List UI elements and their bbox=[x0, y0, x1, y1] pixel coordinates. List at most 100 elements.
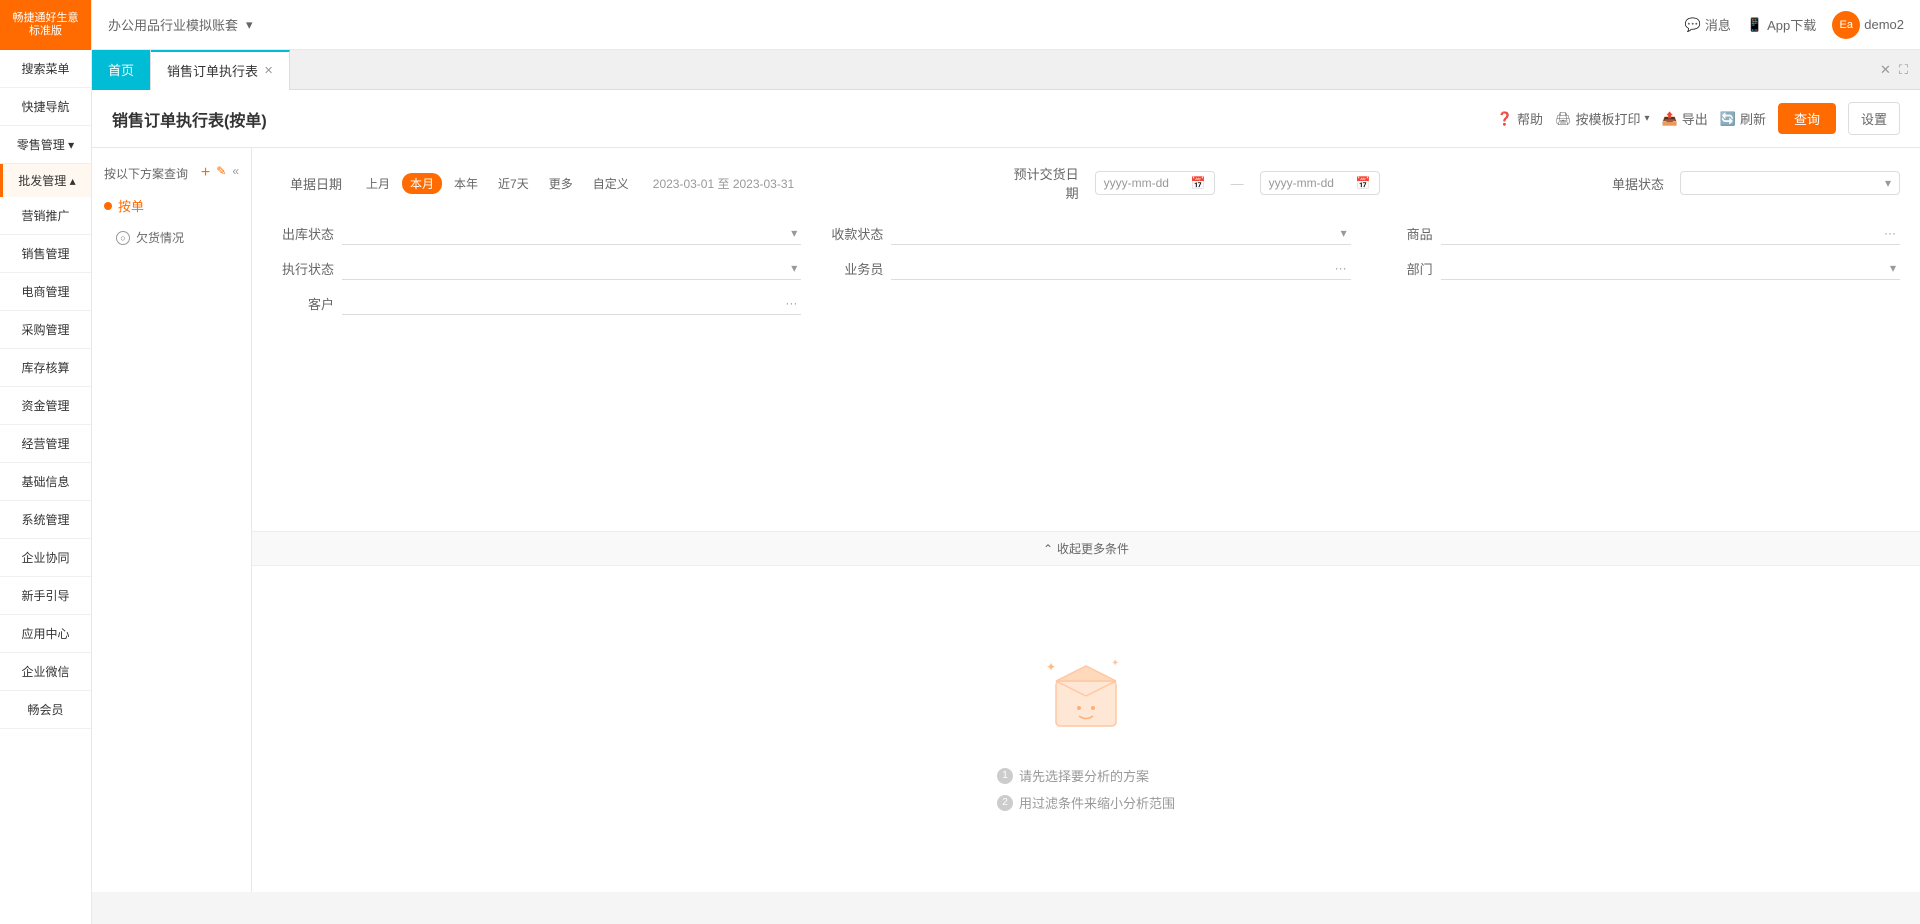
sidebar-item-finance[interactable]: 资金管理 bbox=[0, 387, 91, 425]
empty-state: ✦ ✦ 1 请先选择要分析的方案 2 用过滤条件来缩小分析范围 bbox=[252, 566, 1920, 892]
product-control: ··· bbox=[1441, 222, 1900, 245]
customer-select[interactable]: ··· bbox=[342, 292, 801, 315]
payment-status-select[interactable]: ▾ bbox=[891, 222, 1350, 245]
export-button[interactable]: 📤 导出 bbox=[1662, 109, 1708, 128]
edit-scheme-icon[interactable]: ✎ bbox=[216, 164, 226, 182]
sidebar-item-app-center[interactable]: 应用中心 bbox=[0, 615, 91, 653]
delivery-status-cell: 出库状态 ▾ bbox=[272, 216, 801, 251]
print-arrow-icon: ▾ bbox=[1645, 113, 1650, 124]
date-tab-custom[interactable]: 自定义 bbox=[585, 173, 637, 194]
collapse-panel-icon[interactable]: « bbox=[232, 164, 239, 182]
product-select[interactable]: ··· bbox=[1441, 222, 1900, 245]
app-download-button[interactable]: 📱 App下载 bbox=[1747, 15, 1816, 34]
template-print-button[interactable]: 🖨 按模板打印 ▾ bbox=[1555, 109, 1650, 128]
scheme-by-order[interactable]: 按单 bbox=[92, 188, 251, 223]
sidebar-item-search[interactable]: 搜索菜单 bbox=[0, 50, 91, 88]
payment-status-control: ▾ bbox=[891, 222, 1350, 245]
add-scheme-icon[interactable]: + bbox=[201, 164, 210, 182]
sidebar: 畅捷通好生意 标准版 搜索菜单 快捷导航 零售管理 ▾ 批发管理 ▴ 营销推广 … bbox=[0, 0, 92, 924]
user-area[interactable]: Ea demo2 bbox=[1832, 11, 1904, 39]
calendar-from-icon: 📅 bbox=[1191, 176, 1206, 190]
download-icon: 📱 bbox=[1747, 17, 1763, 33]
salesperson-select[interactable]: ··· bbox=[891, 257, 1350, 280]
sidebar-item-retail[interactable]: 零售管理 ▾ bbox=[0, 126, 91, 164]
expected-date-from-input[interactable]: yyyy-mm-dd 📅 bbox=[1095, 171, 1215, 195]
svg-text:✦: ✦ bbox=[1046, 660, 1056, 674]
help-button[interactable]: ❓ 帮助 bbox=[1497, 109, 1543, 128]
product-label: 商品 bbox=[1371, 224, 1441, 243]
sidebar-item-purchase[interactable]: 采购管理 bbox=[0, 311, 91, 349]
breadcrumb-arrow-icon[interactable]: ▾ bbox=[246, 17, 253, 33]
sidebar-item-inventory[interactable]: 库存核算 bbox=[0, 349, 91, 387]
message-button[interactable]: 💬 消息 bbox=[1685, 15, 1731, 34]
delivery-status-control: ▾ bbox=[342, 222, 801, 245]
date-tab-last7[interactable]: 近7天 bbox=[490, 173, 537, 194]
page-actions: ❓ 帮助 🖨 按模板打印 ▾ 📤 导出 🔄 刷新 查询 bbox=[1497, 102, 1900, 135]
tab-home[interactable]: 首页 bbox=[92, 50, 151, 90]
product-cell: 商品 ··· bbox=[1371, 216, 1900, 251]
tip-number-2: 2 bbox=[997, 795, 1013, 811]
sidebar-item-sales[interactable]: 销售管理 bbox=[0, 235, 91, 273]
date-tab-this-month[interactable]: 本月 bbox=[402, 173, 442, 194]
tab-close-icon[interactable]: ✕ bbox=[264, 64, 273, 77]
sidebar-item-quick-nav[interactable]: 快捷导航 bbox=[0, 88, 91, 126]
collapse-bar[interactable]: ⌃ 收起更多条件 bbox=[252, 531, 1920, 566]
filter-area: 单据日期 上月 本月 本年 近7天 更多 自定义 2023-03-01 至 20… bbox=[252, 148, 1920, 531]
sidebar-item-label: 零售管理 bbox=[17, 138, 65, 152]
sidebar-item-marketing[interactable]: 营销推广 bbox=[0, 197, 91, 235]
salesperson-control: ··· bbox=[891, 257, 1350, 280]
status-select[interactable]: ▾ bbox=[1680, 171, 1900, 195]
expected-date-to-input[interactable]: yyyy-mm-dd 📅 bbox=[1260, 171, 1380, 195]
exec-arrow-icon: ▾ bbox=[791, 261, 797, 275]
tab-home-label: 首页 bbox=[108, 60, 134, 79]
exec-status-label: 执行状态 bbox=[272, 259, 342, 278]
query-button[interactable]: 查询 bbox=[1778, 103, 1836, 134]
app-logo: 畅捷通好生意 标准版 bbox=[0, 0, 91, 50]
sidebar-item-corp[interactable]: 企业协同 bbox=[0, 539, 91, 577]
settings-button[interactable]: 设置 bbox=[1848, 102, 1900, 135]
svg-text:✦: ✦ bbox=[1111, 658, 1119, 669]
sidebar-item-wholesale[interactable]: 批发管理 ▴ bbox=[0, 164, 91, 197]
customer-cell: 客户 ··· bbox=[272, 286, 801, 321]
date-range-display: 2023-03-01 至 2023-03-31 bbox=[653, 175, 794, 192]
active-dot-icon bbox=[104, 202, 112, 210]
scheme-credit[interactable]: ○ 欠货情况 bbox=[92, 223, 251, 252]
sidebar-item-wechat[interactable]: 企业微信 bbox=[0, 653, 91, 691]
date-label: 单据日期 bbox=[272, 174, 342, 193]
delivery-status-select[interactable]: ▾ bbox=[342, 222, 801, 245]
tip-text-2: 用过滤条件来缩小分析范围 bbox=[1019, 793, 1175, 812]
message-icon: 💬 bbox=[1685, 17, 1701, 33]
status-label: 单据状态 bbox=[1594, 174, 1664, 193]
sidebar-item-system[interactable]: 系统管理 bbox=[0, 501, 91, 539]
sidebar-item-operation[interactable]: 经营管理 bbox=[0, 425, 91, 463]
date-tab-this-year[interactable]: 本年 bbox=[446, 173, 486, 194]
sidebar-item-vip[interactable]: 畅会员 bbox=[0, 691, 91, 729]
maximize-window-icon[interactable]: ⛶ bbox=[1899, 62, 1908, 78]
message-label: 消息 bbox=[1705, 15, 1731, 34]
salesperson-cell: 业务员 ··· bbox=[821, 251, 1350, 286]
scheme-by-order-label: 按单 bbox=[118, 196, 144, 215]
date-tab-more[interactable]: 更多 bbox=[541, 173, 581, 194]
filter-row-2: 出库状态 ▾ 收款状态 bbox=[272, 216, 1900, 251]
department-select[interactable]: ▾ bbox=[1441, 257, 1900, 280]
status-arrow-icon: ▾ bbox=[1885, 176, 1891, 190]
expected-date-from-placeholder: yyyy-mm-dd bbox=[1104, 176, 1169, 190]
date-tab-last-month[interactable]: 上月 bbox=[358, 173, 398, 194]
filter-row-4: 客户 ··· bbox=[272, 286, 1900, 321]
page-header: 销售订单执行表(按单) ❓ 帮助 🖨 按模板打印 ▾ 📤 导出 🔄 刷新 bbox=[92, 90, 1920, 148]
exec-status-control: ▾ bbox=[342, 257, 801, 280]
refresh-button[interactable]: 🔄 刷新 bbox=[1720, 109, 1766, 128]
window-controls: ✕ ⛶ bbox=[1880, 62, 1920, 78]
exec-status-select[interactable]: ▾ bbox=[342, 257, 801, 280]
sidebar-item-basic[interactable]: 基础信息 bbox=[0, 463, 91, 501]
tip-number-1: 1 bbox=[997, 768, 1013, 784]
sidebar-item-newbie[interactable]: 新手引导 bbox=[0, 577, 91, 615]
close-window-icon[interactable]: ✕ bbox=[1880, 62, 1891, 78]
logo-subtext: 标准版 bbox=[29, 25, 62, 38]
sidebar-item-ecommerce[interactable]: 电商管理 bbox=[0, 273, 91, 311]
collapse-label: 收起更多条件 bbox=[1057, 540, 1129, 557]
empty-tip-2: 2 用过滤条件来缩小分析范围 bbox=[997, 793, 1175, 812]
customer-control: ··· bbox=[342, 292, 801, 315]
refresh-label: 刷新 bbox=[1740, 109, 1766, 128]
tab-sales-order[interactable]: 销售订单执行表 ✕ bbox=[151, 50, 290, 90]
